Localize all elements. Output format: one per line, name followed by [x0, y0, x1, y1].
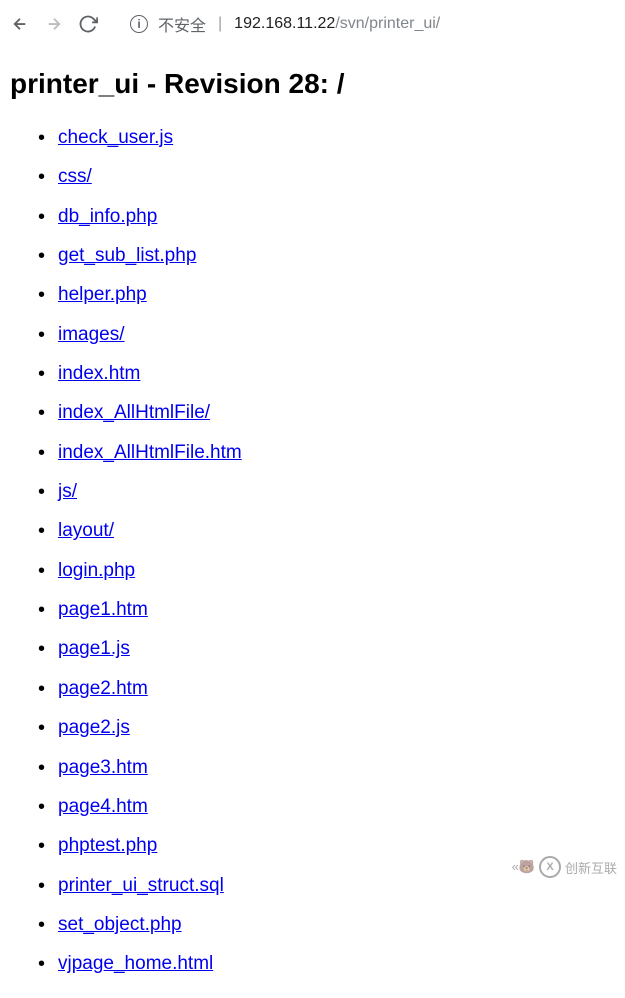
- list-item: css/: [58, 161, 615, 192]
- info-icon[interactable]: i: [130, 15, 148, 33]
- list-item: db_info.php: [58, 201, 615, 232]
- file-link[interactable]: index_AllHtmlFile/: [58, 402, 210, 423]
- file-link[interactable]: page1.htm: [58, 599, 148, 620]
- list-item: login.php: [58, 555, 615, 586]
- file-link[interactable]: page2.js: [58, 717, 130, 738]
- file-link[interactable]: phptest.php: [58, 835, 157, 856]
- list-item: check_user.js: [58, 122, 615, 153]
- back-button[interactable]: [10, 14, 30, 34]
- file-list: check_user.js css/ db_info.php get_sub_l…: [10, 122, 615, 980]
- file-link[interactable]: vjpage_home.html: [58, 953, 213, 974]
- file-link[interactable]: css/: [58, 166, 92, 187]
- list-item: js/: [58, 476, 615, 507]
- list-item: page3.htm: [58, 752, 615, 783]
- page-title: printer_ui - Revision 28: /: [10, 68, 615, 100]
- list-item: page2.htm: [58, 673, 615, 704]
- file-link[interactable]: page1.js: [58, 638, 130, 659]
- security-label: 不安全: [158, 12, 206, 36]
- list-item: images/: [58, 319, 615, 350]
- file-link[interactable]: layout/: [58, 520, 114, 541]
- list-item: page2.js: [58, 712, 615, 743]
- file-link[interactable]: page2.htm: [58, 678, 148, 699]
- file-link[interactable]: page4.htm: [58, 796, 148, 817]
- file-link[interactable]: js/: [58, 481, 77, 502]
- forward-button[interactable]: [44, 14, 64, 34]
- watermark-logo-icon: X: [539, 856, 561, 878]
- file-link[interactable]: set_object.php: [58, 914, 182, 935]
- url-path: /svn/printer_ui/: [335, 15, 440, 32]
- list-item: page4.htm: [58, 791, 615, 822]
- divider: |: [218, 15, 222, 33]
- watermark-text: 创新互联: [565, 858, 617, 877]
- url-host: 192.168.11.22: [234, 15, 335, 32]
- list-item: index_AllHtmlFile.htm: [58, 437, 615, 468]
- watermark-prefix: «🐻: [512, 859, 535, 875]
- file-link[interactable]: page3.htm: [58, 757, 148, 778]
- list-item: index_AllHtmlFile/: [58, 397, 615, 428]
- file-link[interactable]: db_info.php: [58, 206, 157, 227]
- file-link[interactable]: index_AllHtmlFile.htm: [58, 442, 242, 463]
- list-item: index.htm: [58, 358, 615, 389]
- list-item: page1.htm: [58, 594, 615, 625]
- file-link[interactable]: index.htm: [58, 363, 140, 384]
- list-item: helper.php: [58, 279, 615, 310]
- file-link[interactable]: get_sub_list.php: [58, 245, 196, 266]
- file-link[interactable]: images/: [58, 324, 125, 345]
- reload-button[interactable]: [78, 14, 98, 34]
- list-item: layout/: [58, 515, 615, 546]
- file-link[interactable]: check_user.js: [58, 127, 173, 148]
- list-item: set_object.php: [58, 909, 615, 940]
- file-link[interactable]: helper.php: [58, 284, 147, 305]
- url-text: 192.168.11.22/svn/printer_ui/: [234, 15, 440, 33]
- watermark: «🐻 X 创新互联: [512, 856, 617, 878]
- address-bar[interactable]: i 不安全 | 192.168.11.22/svn/printer_ui/: [130, 12, 615, 36]
- file-link[interactable]: login.php: [58, 560, 135, 581]
- list-item: page1.js: [58, 633, 615, 664]
- list-item: vjpage_home.html: [58, 948, 615, 979]
- file-link[interactable]: printer_ui_struct.sql: [58, 875, 224, 896]
- list-item: get_sub_list.php: [58, 240, 615, 271]
- browser-toolbar: i 不安全 | 192.168.11.22/svn/printer_ui/: [0, 0, 625, 48]
